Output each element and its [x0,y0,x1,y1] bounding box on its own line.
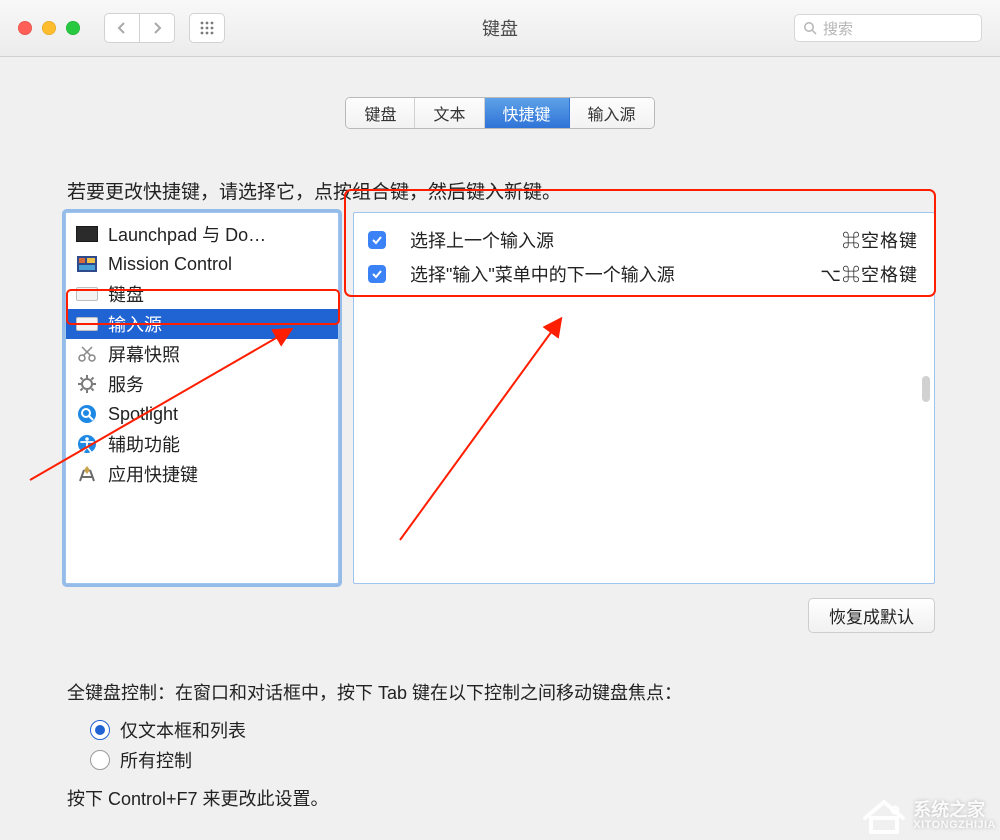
shortcut-label: 选择"输入"菜单中的下一个输入源 [410,261,675,287]
traffic-lights [18,21,80,35]
full-keyboard-access-hint: 按下 Control+F7 来更改此设置。 [67,785,1000,811]
shortcut-row[interactable]: 选择"输入"菜单中的下一个输入源 ⌥⌘空格键 [368,257,918,291]
tab-text[interactable]: 文本 [415,98,484,128]
launchpad-icon [76,225,98,243]
search-input[interactable]: 搜索 [794,14,982,42]
back-button[interactable] [104,13,140,43]
tab-keyboard[interactable]: 键盘 [346,98,415,128]
category-label: 键盘 [108,281,144,307]
instruction-text: 若要更改快捷键，请选择它，点按组合键，然后键入新键。 [67,177,1000,204]
spotlight-icon [76,405,98,423]
category-app-shortcuts[interactable]: 应用快捷键 [66,459,338,489]
radio-all-controls[interactable]: 所有控制 [90,745,1000,775]
radio-checked-icon [90,720,110,740]
scrollbar[interactable] [922,287,932,509]
shortcut-label: 选择上一个输入源 [410,227,554,253]
category-keyboard[interactable]: 键盘 [66,279,338,309]
gear-icon [76,375,98,393]
category-label: 输入源 [108,311,162,337]
accessibility-icon [76,435,98,453]
category-launchpad[interactable]: Launchpad 与 Do… [66,219,338,249]
category-services[interactable]: 服务 [66,369,338,399]
watermark: 系统之家 XITONGZHIJIA [861,796,996,836]
category-label: Mission Control [108,254,232,275]
watermark-line1: 系统之家 [913,801,996,819]
checkbox-checked-icon[interactable] [368,231,386,249]
category-accessibility[interactable]: 辅助功能 [66,429,338,459]
category-label: 辅助功能 [108,431,180,457]
category-mission-control[interactable]: Mission Control [66,249,338,279]
shortcut-keys: ⌥⌘空格键 [820,261,918,287]
tab-input-sources[interactable]: 输入源 [570,98,654,128]
shortcut-list: 选择上一个输入源 ⌘空格键 选择"输入"菜单中的下一个输入源 ⌥⌘空格键 [354,213,934,291]
keyboard-icon [76,285,98,303]
preferences-window: 键盘 搜索 键盘 文本 快捷键 输入源 若要更改快捷键，请选择它，点按组合键，然… [0,0,1000,840]
category-label: 应用快捷键 [108,461,198,487]
nav-buttons [104,13,175,43]
shortcut-row[interactable]: 选择上一个输入源 ⌘空格键 [368,223,918,257]
checkbox-checked-icon[interactable] [368,265,386,283]
category-spotlight[interactable]: Spotlight [66,399,338,429]
radio-unchecked-icon [90,750,110,770]
search-icon [803,21,817,35]
shortcut-pane: 选择上一个输入源 ⌘空格键 选择"输入"菜单中的下一个输入源 ⌥⌘空格键 [353,212,935,584]
category-pane: Launchpad 与 Do… Mission Control 键盘 输入源 [65,212,339,584]
full-keyboard-access-options: 仅文本框和列表 所有控制 [90,715,1000,775]
mission-control-icon [76,255,98,273]
scissors-icon [76,345,98,363]
radio-text-lists[interactable]: 仅文本框和列表 [90,715,1000,745]
titlebar: 键盘 搜索 [0,0,1000,57]
house-icon [861,796,907,836]
zoom-icon[interactable] [66,21,80,35]
search-placeholder: 搜索 [823,18,853,39]
category-list: Launchpad 与 Do… Mission Control 键盘 输入源 [66,213,338,489]
keyboard-icon [76,315,98,333]
close-icon[interactable] [18,21,32,35]
category-screenshots[interactable]: 屏幕快照 [66,339,338,369]
category-input-sources[interactable]: 输入源 [66,309,338,339]
minimize-icon[interactable] [42,21,56,35]
full-keyboard-access-heading: 全键盘控制：在窗口和对话框中，按下 Tab 键在以下控制之间移动键盘焦点： [67,679,1000,705]
category-label: Spotlight [108,404,178,425]
radio-label: 所有控制 [120,747,192,773]
watermark-line2: XITONGZHIJIA [913,819,996,831]
show-all-button[interactable] [189,13,225,43]
category-label: 屏幕快照 [108,341,180,367]
tab-bar: 键盘 文本 快捷键 输入源 [0,97,1000,129]
category-label: Launchpad 与 Do… [108,221,266,247]
forward-button[interactable] [139,13,175,43]
tab-shortcuts[interactable]: 快捷键 [485,98,570,128]
app-icon [76,465,98,483]
category-label: 服务 [108,371,144,397]
shortcut-keys: ⌘空格键 [842,227,918,253]
radio-label: 仅文本框和列表 [120,717,246,743]
restore-defaults-button[interactable]: 恢复成默认 [808,598,935,633]
